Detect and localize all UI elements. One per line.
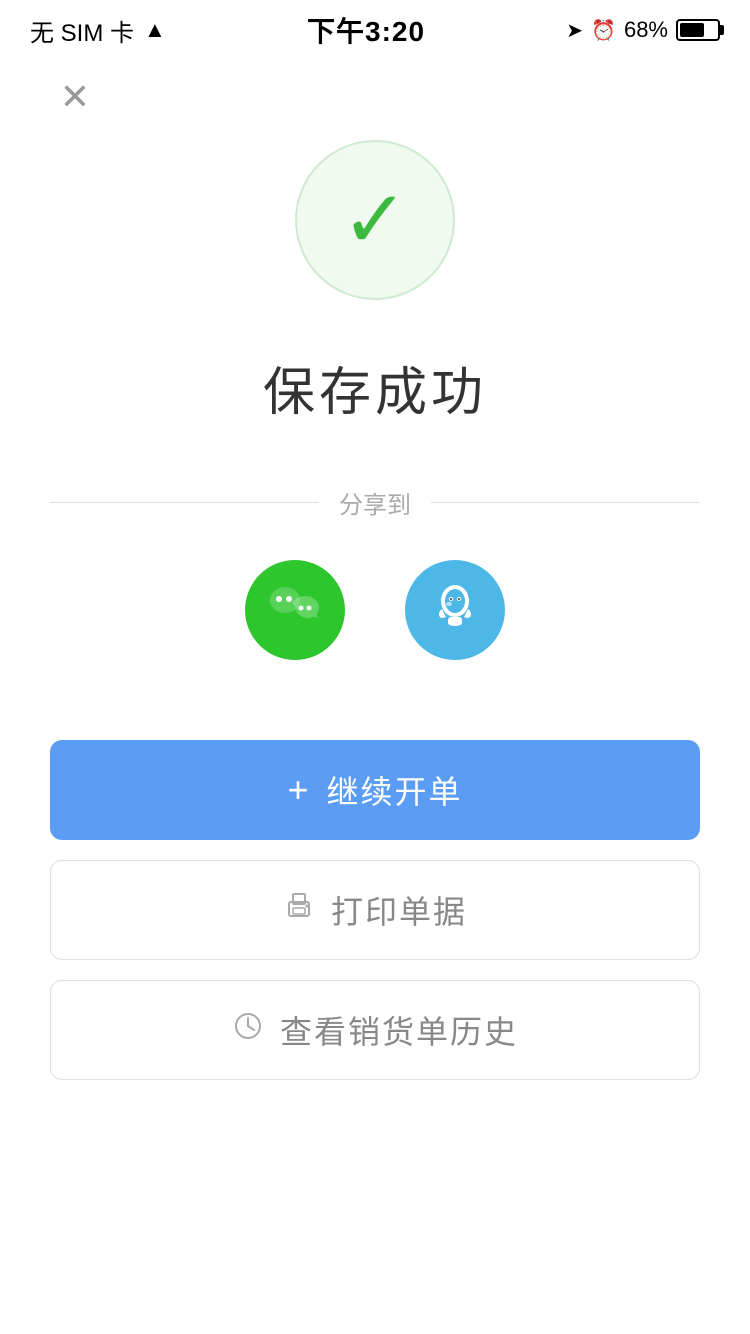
share-icons-container <box>50 560 700 660</box>
qq-share-button[interactable] <box>405 560 505 660</box>
share-label: 分享到 <box>339 485 411 520</box>
history-button[interactable]: 查看销货单历史 <box>50 980 700 1080</box>
no-sim-label: 无 SIM 卡 <box>30 13 134 48</box>
success-circle: ✓ <box>295 140 455 300</box>
battery-percent: 68% <box>624 17 668 43</box>
close-icon: ✕ <box>60 79 90 115</box>
wifi-icon: ▲ <box>144 17 166 43</box>
print-label: 打印单据 <box>331 887 467 933</box>
wechat-share-button[interactable] <box>245 560 345 660</box>
plus-icon: + <box>287 769 310 811</box>
continue-label: 继续开单 <box>327 767 463 813</box>
share-divider: 分享到 <box>50 485 700 520</box>
status-left: 无 SIM 卡 ▲ <box>30 13 166 48</box>
divider-left <box>50 502 319 503</box>
location-icon: ➤ <box>566 18 583 43</box>
success-title: 保存成功 <box>263 350 487 425</box>
action-buttons: + 继续开单 打印单据 查看销货单历史 <box>0 740 750 1080</box>
wechat-icon <box>268 584 322 637</box>
alarm-icon: ⏰ <box>591 18 616 43</box>
history-icon <box>232 1010 264 1050</box>
divider-right <box>431 502 700 503</box>
continue-button[interactable]: + 继续开单 <box>50 740 700 840</box>
battery-icon <box>676 19 720 41</box>
qq-icon <box>428 579 482 642</box>
checkmark-icon: ✓ <box>341 180 408 260</box>
share-section: 分享到 <box>0 485 750 660</box>
print-button[interactable]: 打印单据 <box>50 860 700 960</box>
main-content: ✓ 保存成功 分享到 <box>0 60 750 1080</box>
status-time: 下午3:20 <box>307 10 425 50</box>
status-bar: 无 SIM 卡 ▲ 下午3:20 ➤ ⏰ 68% <box>0 0 750 60</box>
history-label: 查看销货单历史 <box>280 1007 518 1053</box>
close-button[interactable]: ✕ <box>50 72 100 122</box>
status-right: ➤ ⏰ 68% <box>566 17 720 43</box>
printer-icon <box>283 890 315 930</box>
